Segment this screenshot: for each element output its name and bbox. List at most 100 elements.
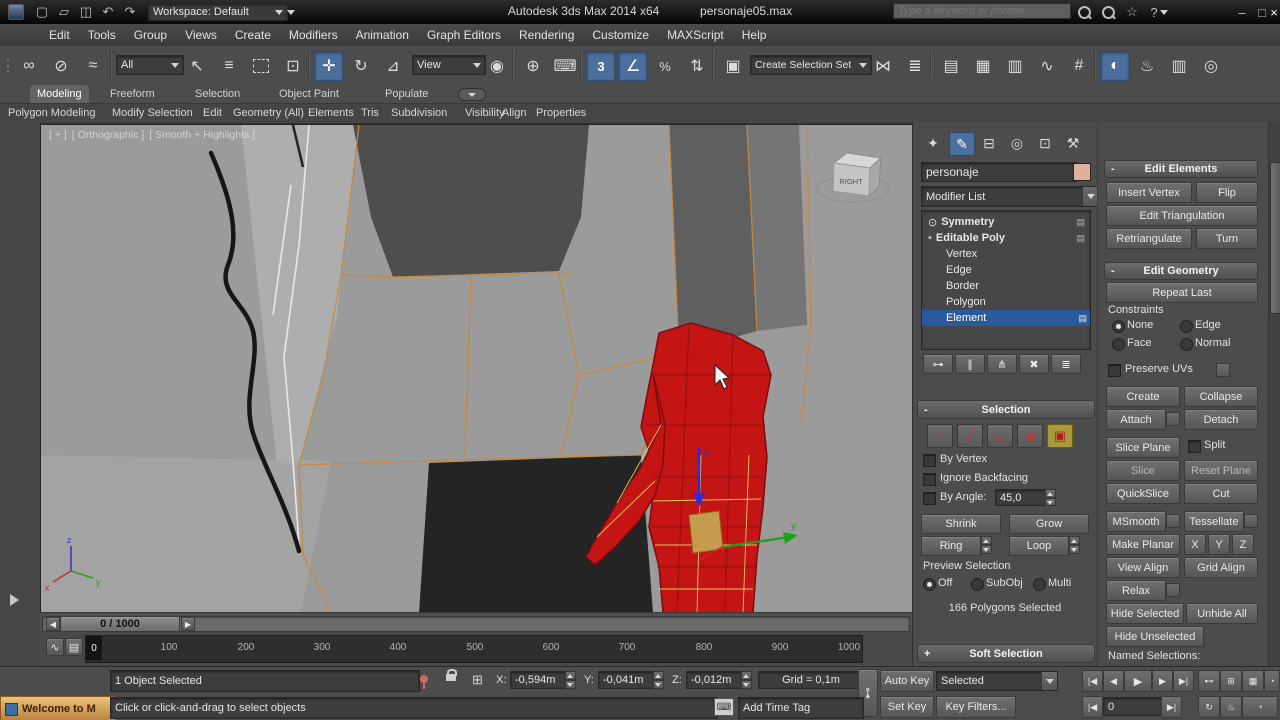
selected-filter-dropdown[interactable]: Selected <box>936 671 1058 691</box>
loop-spinner[interactable] <box>1069 536 1080 554</box>
show-end-result-button[interactable]: ∥ <box>955 354 985 374</box>
stack-item-element[interactable]: Element ▤ <box>922 310 1090 326</box>
polygon-subobject-icon[interactable]: ■ <box>1017 424 1043 448</box>
select-and-scale-icon[interactable]: ⊿ <box>378 51 408 81</box>
rendered-frame-window-icon[interactable]: ▥ <box>1164 51 1194 81</box>
time-configuration-button-2[interactable]: ◔ <box>1242 696 1278 718</box>
scene-explorer-icon[interactable]: ▦ <box>968 51 998 81</box>
close-button[interactable]: × <box>1264 3 1280 21</box>
preserve-uvs-settings-button[interactable] <box>1216 363 1230 377</box>
hierarchy-tab-icon[interactable]: ⊟ <box>977 132 1001 154</box>
stack-item-editable-poly[interactable]: ▪ Editable Poly ▤ <box>924 230 1088 246</box>
angle-snap-toggle-icon[interactable]: ∠ <box>618 51 648 81</box>
go-to-end-button[interactable]: ▶| <box>1173 670 1194 692</box>
new-scene-icon[interactable]: ▢ <box>32 3 52 21</box>
key-mode-toggle-button[interactable]: ⊷ <box>1198 670 1220 692</box>
menu-views[interactable]: Views <box>176 24 226 46</box>
lock-icon[interactable] <box>446 669 457 684</box>
time-step-back-button[interactable]: ◀ <box>46 617 60 631</box>
quickslice-button[interactable]: QuickSlice <box>1106 483 1180 504</box>
create-tab-icon[interactable]: ✦ <box>921 132 945 154</box>
constraint-edge-radio[interactable] <box>1180 320 1193 333</box>
time-step-forward-button[interactable]: ▶ <box>181 617 195 631</box>
grow-button[interactable]: Grow <box>1009 514 1089 534</box>
menu-maxscript[interactable]: MAXScript <box>658 24 733 46</box>
retriangulate-button[interactable]: Retriangulate <box>1106 228 1192 249</box>
render-setup-icon[interactable]: ♨ <box>1132 51 1162 81</box>
go-to-start-button[interactable]: |◀ <box>1082 670 1103 692</box>
display-tab-icon[interactable]: ⊡ <box>1033 132 1057 154</box>
grid-align-button[interactable]: Grid Align <box>1184 557 1258 578</box>
percent-snap-toggle-icon[interactable]: % <box>650 51 680 81</box>
viewport-menu-shading[interactable]: [ Smooth + Highlights ] <box>149 129 255 141</box>
viewport-menu-general[interactable]: [ + ] <box>49 129 67 141</box>
cut-button[interactable]: Cut <box>1184 483 1258 504</box>
constraint-face-radio[interactable] <box>1112 338 1125 351</box>
reference-coordinate-dropdown[interactable]: View <box>412 55 486 75</box>
set-key-button[interactable]: Set Key <box>880 696 934 718</box>
attach-list-button[interactable] <box>1166 412 1180 426</box>
select-and-move-icon[interactable]: ✛ <box>314 51 344 81</box>
constraint-normal-radio[interactable] <box>1180 338 1193 351</box>
viewport-canvas[interactable]: z y RIGHT z x y <box>41 124 913 614</box>
default-tangents-button[interactable]: ⊞ <box>1220 670 1242 692</box>
constraint-none-radio[interactable] <box>1112 320 1125 333</box>
rectangular-selection-region-icon[interactable] <box>246 51 276 81</box>
frame-indicator[interactable]: 0 <box>86 636 102 660</box>
make-planar-button[interactable]: Make Planar <box>1106 534 1180 555</box>
tessellate-button[interactable]: Tessellate <box>1184 511 1244 532</box>
snap-toggle-3d-icon[interactable]: 3 <box>586 51 616 81</box>
viewport[interactable]: z y RIGHT z x y [+] [Orthographic] [… <box>40 124 914 614</box>
align-icon[interactable]: ≣ <box>900 51 930 81</box>
redo-icon[interactable]: ↷ <box>120 3 140 21</box>
ribbon-edit[interactable]: Edit <box>203 104 222 122</box>
key-filters-button[interactable]: Key Filters... <box>936 696 1016 718</box>
relax-button[interactable]: Relax <box>1106 580 1166 601</box>
edit-geometry-rollout-header[interactable]: - Edit Geometry <box>1104 262 1258 280</box>
utilities-tab-icon[interactable]: ⚒ <box>1061 132 1085 154</box>
render-production-icon[interactable]: ◎ <box>1196 51 1226 81</box>
stack-item-border[interactable]: Border <box>924 278 1088 294</box>
ribbon-tris[interactable]: Tris <box>361 104 379 122</box>
shrink-button[interactable]: Shrink <box>921 514 1001 534</box>
planar-y-button[interactable]: Y <box>1208 534 1230 555</box>
ribbon-minimize-toggle[interactable] <box>458 88 486 101</box>
mirror-icon[interactable]: ⋈ <box>868 51 898 81</box>
previous-key-button[interactable]: |◀ <box>1082 696 1103 718</box>
absolute-offset-toggle-icon[interactable]: ⊞ <box>472 672 483 688</box>
preview-subobj-radio[interactable] <box>971 578 984 591</box>
save-file-icon[interactable]: ◫ <box>76 3 96 21</box>
soft-selection-rollout-header[interactable]: + Soft Selection <box>917 644 1095 663</box>
tab-modeling[interactable]: Modeling <box>30 85 89 103</box>
tab-freeform[interactable]: Freeform <box>103 85 162 103</box>
menu-help[interactable]: Help <box>733 24 776 46</box>
ribbon-modify-selection[interactable]: Modify Selection <box>112 104 193 122</box>
repeat-last-button[interactable]: Repeat Last <box>1106 282 1258 303</box>
help-icon[interactable]: ? <box>1146 3 1172 21</box>
edit-panel-scrollbar[interactable] <box>1268 122 1280 666</box>
collapse-button[interactable]: Collapse <box>1184 386 1258 407</box>
border-subobject-icon[interactable]: □ <box>987 424 1013 448</box>
ribbon-toggle-icon[interactable]: ▥ <box>1000 51 1030 81</box>
schematic-view-icon[interactable]: # <box>1064 51 1094 81</box>
detach-button[interactable]: Detach <box>1184 409 1258 430</box>
ribbon-align[interactable]: Align <box>502 104 526 122</box>
turn-button[interactable]: Turn <box>1196 228 1258 249</box>
ribbon-geometry-all[interactable]: Geometry (All) <box>233 104 304 122</box>
relax-settings-button[interactable] <box>1166 583 1180 597</box>
selection-rollout-header[interactable]: - Selection <box>917 400 1095 419</box>
previous-frame-button[interactable]: ◀ <box>1103 670 1124 692</box>
split-checkbox[interactable] <box>1188 440 1201 453</box>
undo-icon[interactable]: ↶ <box>98 3 118 21</box>
use-pivot-point-center-icon[interactable]: ◉ <box>482 51 512 81</box>
edit-elements-rollout-header[interactable]: - Edit Elements <box>1104 160 1258 178</box>
vertex-subobject-icon[interactable]: ∴ <box>927 424 953 448</box>
playback-loop-button[interactable]: ↻ <box>1198 696 1220 718</box>
element-subobject-icon[interactable]: ▣ <box>1047 424 1073 448</box>
object-name-field[interactable]: personaje <box>921 162 1077 182</box>
menu-create[interactable]: Create <box>226 24 280 46</box>
select-object-icon[interactable]: ↖ <box>182 51 212 81</box>
menu-group[interactable]: Group <box>125 24 176 46</box>
z-spinner[interactable] <box>741 671 752 689</box>
spinner-snap-toggle-icon[interactable]: ⇅ <box>682 51 712 81</box>
